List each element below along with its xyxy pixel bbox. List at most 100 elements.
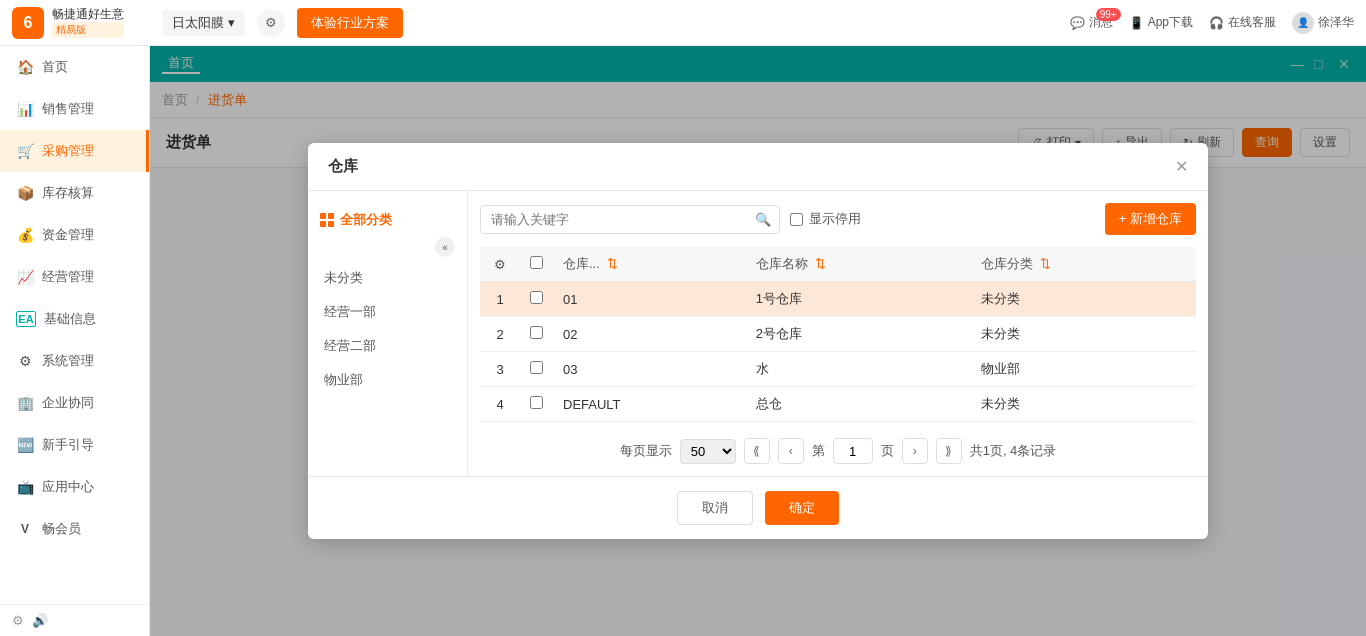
confirm-button[interactable]: 确定	[765, 491, 839, 525]
select-all-checkbox[interactable]	[530, 256, 543, 269]
settings-button[interactable]: ⚙	[257, 9, 285, 37]
logo-name: 畅捷通好生意	[52, 7, 124, 23]
sidebar-item-basic[interactable]: EA 基础信息	[0, 298, 149, 340]
inventory-icon: 📦	[16, 184, 34, 202]
avatar: 👤	[1292, 12, 1314, 34]
sidebar-item-system[interactable]: ⚙ 系统管理	[0, 340, 149, 382]
app-icon: 📱	[1129, 16, 1144, 30]
dialog-body: 全部分类 « 未分类 经营一部 经营二部 物业部	[308, 191, 1208, 476]
headset-icon: 🎧	[1209, 16, 1224, 30]
sales-icon: 📊	[16, 100, 34, 118]
operation-icon: 📈	[16, 268, 34, 286]
dialog-footer: 取消 确定	[308, 476, 1208, 539]
table-toolbar: 🔍 显示停用 + 新增仓库	[480, 203, 1196, 235]
sidebar-item-finance[interactable]: 💰 资金管理	[0, 214, 149, 256]
sidebar-item-operation[interactable]: 📈 经营管理	[0, 256, 149, 298]
per-page-select[interactable]: 50 100	[680, 439, 736, 464]
sidebar-label-appcenter: 应用中心	[42, 478, 94, 496]
dialog-title: 仓库	[328, 157, 358, 176]
search-input-wrap: 🔍	[480, 205, 780, 234]
page-number-input[interactable]	[833, 438, 873, 464]
row-code-3: 03	[553, 352, 746, 387]
sidebar-item-enterprise[interactable]: 🏢 企业协同	[0, 382, 149, 424]
logo-edition: 精易版	[52, 22, 124, 38]
sort-name-icon: ⇅	[815, 256, 826, 271]
store-name: 日太阳膜	[172, 14, 224, 32]
row-cb-1	[520, 282, 553, 317]
page-prev-button[interactable]: ‹	[778, 438, 804, 464]
row-num-3: 3	[480, 352, 520, 387]
sidebar-item-purchase[interactable]: 🛒 采购管理	[0, 130, 149, 172]
online-service-item[interactable]: 🎧 在线客服	[1209, 14, 1276, 31]
row-cat-3: 物业部	[971, 352, 1196, 387]
table-head: ⚙ 仓库... ⇅	[480, 247, 1196, 282]
row-cb-2	[520, 317, 553, 352]
page-last-button[interactable]: ⟫	[936, 438, 962, 464]
category-item-property[interactable]: 物业部	[308, 363, 467, 397]
table-row[interactable]: 4 DEFAULT 总仓 未分类	[480, 387, 1196, 422]
table-row[interactable]: 1 01 1号仓库 未分类	[480, 282, 1196, 317]
pagination: 每页显示 50 100 ⟪ ‹ 第 页 › ⟫ 共	[480, 438, 1196, 464]
table-row[interactable]: 2 02 2号仓库 未分类	[480, 317, 1196, 352]
category-item-unclassified[interactable]: 未分类	[308, 261, 467, 295]
table-container: ⚙ 仓库... ⇅	[480, 247, 1196, 422]
app-body: 🏠 首页 📊 销售管理 🛒 采购管理 📦 库存核算 💰 资金管理 📈 经营管理 …	[0, 46, 1366, 636]
logo-area: 6 畅捷通好生意 精易版	[12, 7, 162, 39]
sidebar-label-operation: 经营管理	[42, 268, 94, 286]
message-item[interactable]: 💬 消息 99+	[1070, 14, 1113, 31]
sidebar: 🏠 首页 📊 销售管理 🛒 采购管理 📦 库存核算 💰 资金管理 📈 经营管理 …	[0, 46, 150, 636]
volume-icon[interactable]: 🔊	[32, 613, 48, 628]
show-disabled-checkbox[interactable]	[790, 213, 803, 226]
sidebar-label-finance: 资金管理	[42, 226, 94, 244]
table-header-row: ⚙ 仓库... ⇅	[480, 247, 1196, 282]
chevron-down-icon: ▾	[228, 15, 235, 30]
collapse-button[interactable]: «	[435, 237, 455, 257]
sidebar-label-home: 首页	[42, 58, 68, 76]
category-all-label: 全部分类	[340, 211, 392, 229]
finance-icon: 💰	[16, 226, 34, 244]
table-row[interactable]: 3 03 水 物业部	[480, 352, 1196, 387]
message-badge: 99+	[1096, 8, 1121, 21]
dialog-close-button[interactable]: ✕	[1175, 157, 1188, 176]
search-input[interactable]	[481, 206, 747, 233]
guide-icon: 🆕	[16, 436, 34, 454]
home-icon: 🏠	[16, 58, 34, 76]
dialog-header: 仓库 ✕	[308, 143, 1208, 191]
th-code: 仓库... ⇅	[553, 247, 746, 282]
category-item-dept1[interactable]: 经营一部	[308, 295, 467, 329]
page-next-button[interactable]: ›	[902, 438, 928, 464]
app-download-item[interactable]: 📱 App下载	[1129, 14, 1193, 31]
row-cb-3	[520, 352, 553, 387]
show-disabled-text: 显示停用	[809, 210, 861, 228]
sidebar-label-enterprise: 企业协同	[42, 394, 94, 412]
sidebar-item-sales[interactable]: 📊 销售管理	[0, 88, 149, 130]
search-icon[interactable]: 🔍	[747, 212, 779, 227]
sidebar-label-guide: 新手引导	[42, 436, 94, 454]
sidebar-item-home[interactable]: 🏠 首页	[0, 46, 149, 88]
sort-code-icon: ⇅	[607, 256, 618, 271]
settings-bottom-icon[interactable]: ⚙	[12, 613, 24, 628]
th-checkbox	[520, 247, 553, 282]
total-info: 共1页, 4条记录	[970, 442, 1057, 460]
category-all-item[interactable]: 全部分类	[308, 203, 467, 237]
table-body: 1 01 1号仓库 未分类 2 02	[480, 282, 1196, 422]
message-icon: 💬	[1070, 16, 1085, 30]
sidebar-item-appcenter[interactable]: 📺 应用中心	[0, 466, 149, 508]
store-selector[interactable]: 日太阳膜 ▾	[162, 10, 245, 36]
show-disabled-label[interactable]: 显示停用	[790, 210, 861, 228]
sidebar-item-member[interactable]: V 畅会员	[0, 508, 149, 550]
cancel-button[interactable]: 取消	[677, 491, 753, 525]
sidebar-label-sales: 销售管理	[42, 100, 94, 118]
sidebar-label-basic: 基础信息	[44, 310, 96, 328]
row-num-1: 1	[480, 282, 520, 317]
page-first-button[interactable]: ⟪	[744, 438, 770, 464]
sidebar-item-guide[interactable]: 🆕 新手引导	[0, 424, 149, 466]
warehouse-table: ⚙ 仓库... ⇅	[480, 247, 1196, 422]
add-warehouse-button[interactable]: + 新增仓库	[1105, 203, 1196, 235]
sidebar-item-inventory[interactable]: 📦 库存核算	[0, 172, 149, 214]
warehouse-dialog: 仓库 ✕ 全部分类 «	[308, 143, 1208, 539]
trial-button[interactable]: 体验行业方案	[297, 8, 403, 38]
modal-overlay: 仓库 ✕ 全部分类 «	[150, 46, 1366, 636]
category-item-dept2[interactable]: 经营二部	[308, 329, 467, 363]
user-item[interactable]: 👤 徐泽华	[1292, 12, 1354, 34]
